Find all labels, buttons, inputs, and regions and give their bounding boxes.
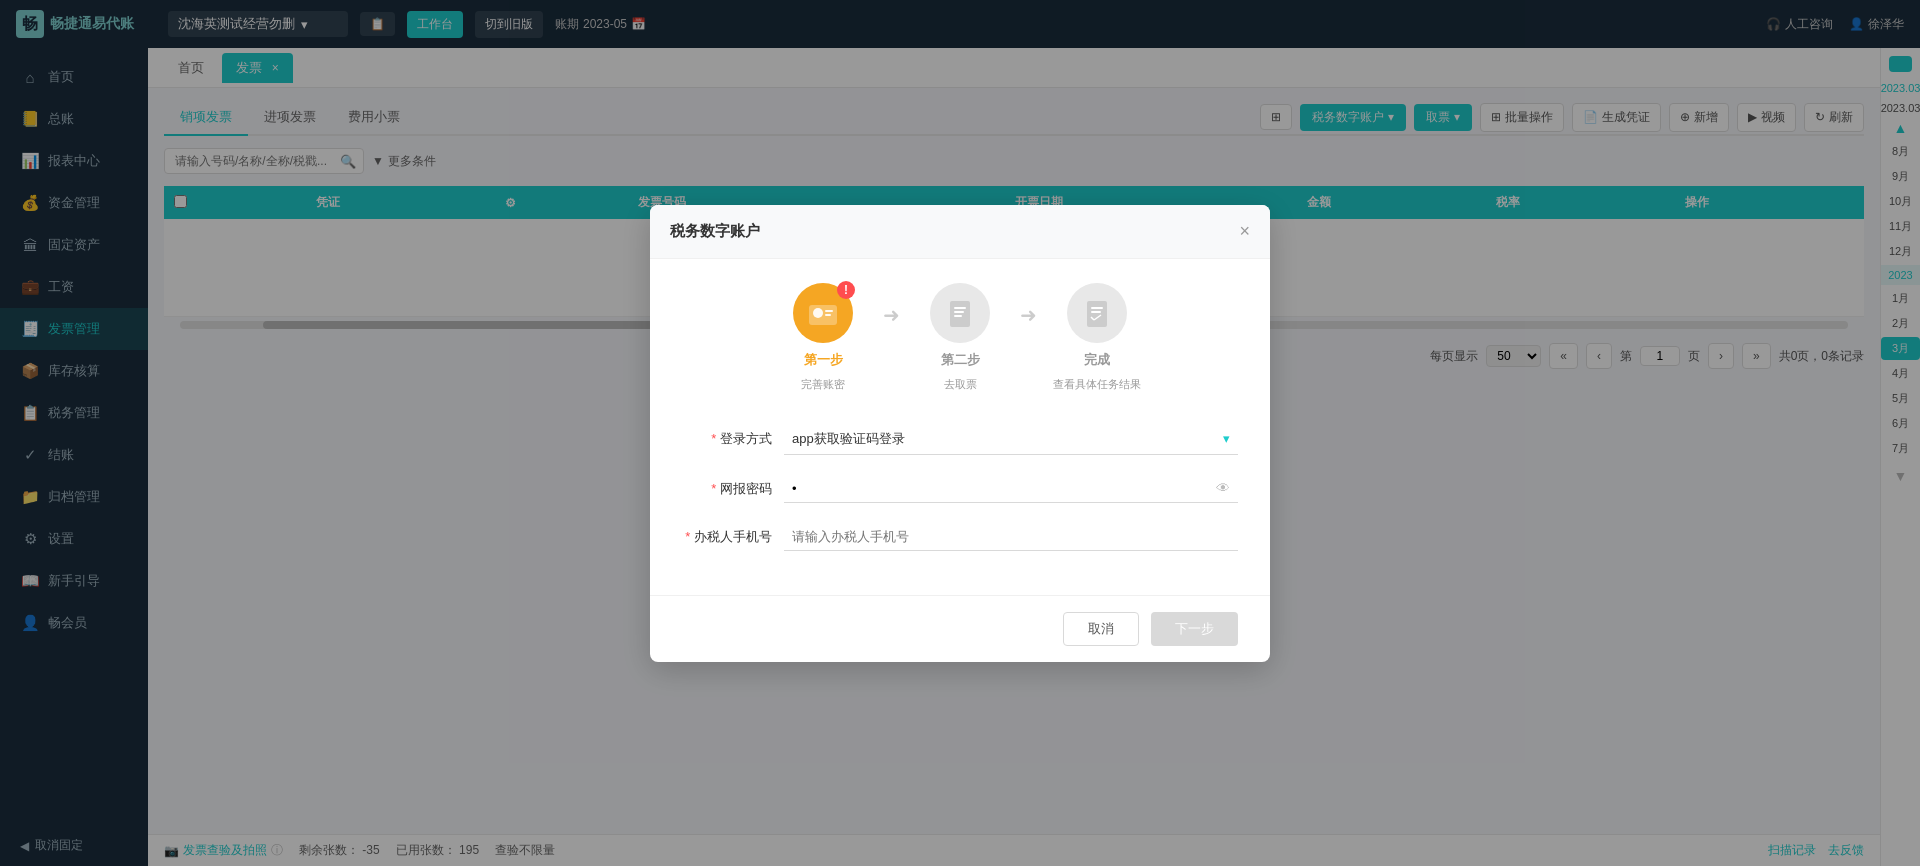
checklist-icon [1079,295,1115,331]
step-1-label: 第一步 [804,351,843,369]
step-1: ! 第一步 完善账密 [763,283,883,392]
step-1-icon-wrap: ! [793,283,853,343]
password-row: * 网报密码 👁 [682,475,1238,503]
document-icon [942,295,978,331]
phone-row: * 办税人手机号 [682,523,1238,551]
svg-rect-8 [1087,301,1107,327]
step-2: 第二步 去取票 [900,283,1020,392]
svg-rect-10 [1091,311,1101,313]
modal-title: 税务数字账户 [670,222,760,241]
login-method-select[interactable]: app获取验证码登录 ▾ [784,424,1238,455]
arrow-2: ➜ [1020,283,1037,327]
modal-overlay: 税务数字账户 × [0,0,1920,866]
password-label: * 网报密码 [682,480,772,498]
svg-rect-9 [1091,307,1103,309]
next-btn[interactable]: 下一步 [1151,612,1238,646]
step-3-desc: 查看具体任务结果 [1053,377,1141,392]
step-2-desc: 去取票 [944,377,977,392]
eye-icon[interactable]: 👁 [1208,480,1238,496]
svg-rect-3 [825,314,831,316]
login-method-label: * 登录方式 [682,430,772,448]
login-method-value: app获取验证码登录 [792,430,905,448]
arrow-1: ➜ [883,283,900,327]
svg-rect-4 [950,301,970,327]
login-method-row: * 登录方式 app获取验证码登录 ▾ [682,424,1238,455]
step-2-label: 第二步 [941,351,980,369]
password-input-wrap: 👁 [784,475,1238,503]
svg-rect-5 [954,307,966,309]
select-chevron-icon: ▾ [1223,431,1230,446]
phone-input[interactable] [784,523,1238,551]
svg-rect-7 [954,315,962,317]
step-3-icon [1067,283,1127,343]
step-2-icon-wrap [930,283,990,343]
svg-rect-0 [809,305,837,325]
tax-account-modal: 税务数字账户 × [650,205,1270,662]
svg-rect-2 [825,310,833,312]
modal-header: 税务数字账户 × [650,205,1270,259]
step-3-label: 完成 [1084,351,1110,369]
modal-body: ! 第一步 完善账密 ➜ [650,259,1270,595]
phone-label: * 办税人手机号 [682,528,772,546]
step-2-icon [930,283,990,343]
cancel-btn[interactable]: 取消 [1063,612,1139,646]
step-3: 完成 查看具体任务结果 [1037,283,1157,392]
person-card-icon [805,295,841,331]
modal-footer: 取消 下一步 [650,595,1270,662]
modal-form: * 登录方式 app获取验证码登录 ▾ * 网报密码 [682,424,1238,551]
modal-close-btn[interactable]: × [1239,221,1250,242]
step-1-error-badge: ! [837,281,855,299]
password-input[interactable] [784,477,1208,500]
step-1-desc: 完善账密 [801,377,845,392]
steps-container: ! 第一步 完善账密 ➜ [682,283,1238,392]
svg-point-1 [813,308,823,318]
svg-rect-6 [954,311,964,313]
step-3-icon-wrap [1067,283,1127,343]
